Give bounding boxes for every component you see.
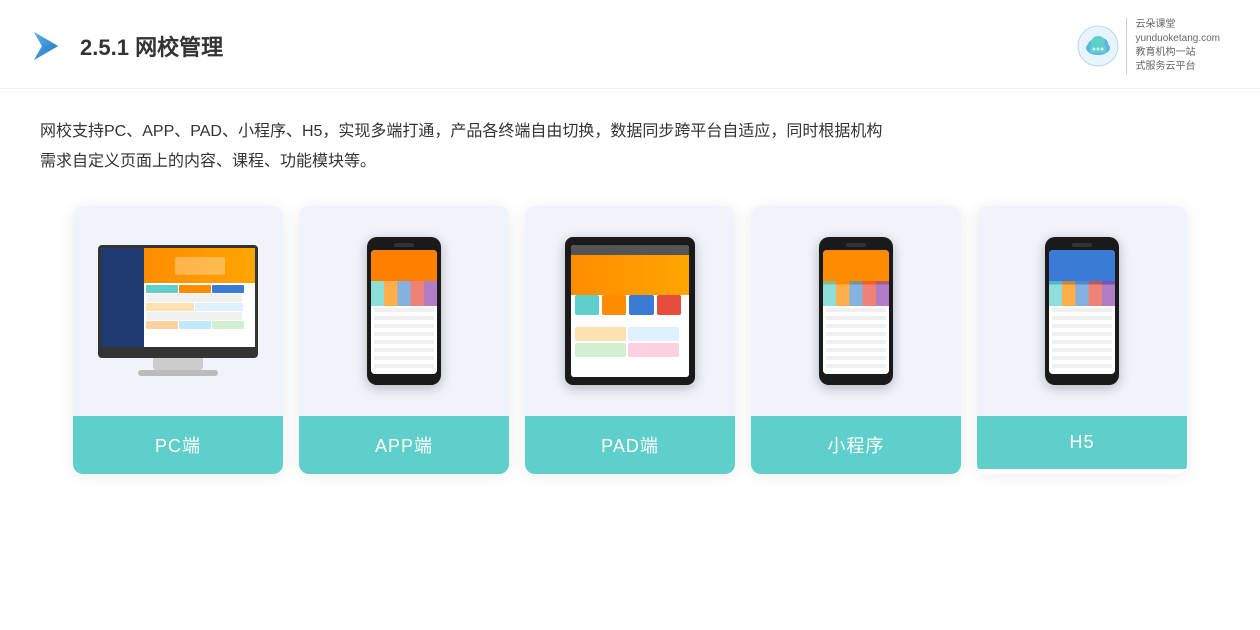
card-app-label: APP端 bbox=[299, 416, 509, 474]
miniapp-screen-content bbox=[823, 250, 889, 374]
monitor-stand bbox=[153, 358, 203, 370]
pc-main-top bbox=[144, 248, 255, 283]
miniapp-phone-screen bbox=[823, 250, 889, 374]
card-h5: H5 bbox=[977, 206, 1187, 474]
miniapp-phone-mockup bbox=[819, 237, 893, 385]
pc-main bbox=[144, 248, 255, 347]
brand-tagline2: 式服务云平台 bbox=[1135, 60, 1220, 74]
monitor-mockup bbox=[98, 245, 258, 376]
card-app: APP端 bbox=[299, 206, 509, 474]
card-pc: PC端 bbox=[73, 206, 283, 474]
page-container: 2.5.1 网校管理 bbox=[0, 0, 1260, 630]
card-pad-image bbox=[525, 206, 735, 416]
h5-phone-mockup bbox=[1045, 237, 1119, 385]
card-app-image bbox=[299, 206, 509, 416]
card-miniapp: 小程序 bbox=[751, 206, 961, 474]
card-miniapp-label: 小程序 bbox=[751, 416, 961, 474]
cards-section: PC端 APP端 bbox=[0, 196, 1260, 504]
app-screen-content bbox=[371, 250, 437, 374]
app-phone-screen bbox=[371, 250, 437, 374]
pc-screen-content bbox=[101, 248, 255, 347]
header-left: 2.5.1 网校管理 bbox=[30, 28, 223, 64]
brand-tagline1: 教育机构一站 bbox=[1135, 46, 1220, 60]
h5-screen-content bbox=[1049, 250, 1115, 374]
monitor-base bbox=[138, 370, 218, 376]
monitor-screen bbox=[98, 245, 258, 350]
logo-arrow-icon bbox=[30, 28, 66, 64]
brand-name: 云朵课堂 bbox=[1135, 18, 1220, 32]
card-miniapp-image bbox=[751, 206, 961, 416]
pc-main-bottom bbox=[144, 283, 255, 332]
card-h5-label: H5 bbox=[977, 416, 1187, 469]
pc-sidebar bbox=[101, 248, 144, 347]
card-pc-image bbox=[73, 206, 283, 416]
card-h5-image bbox=[977, 206, 1187, 416]
card-pad: PAD端 bbox=[525, 206, 735, 474]
monitor-chin bbox=[98, 350, 258, 358]
description-section: 网校支持PC、APP、PAD、小程序、H5，实现多端打通，产品各终端自由切换，数… bbox=[0, 89, 1260, 196]
header: 2.5.1 网校管理 bbox=[0, 0, 1260, 89]
description-text: 网校支持PC、APP、PAD、小程序、H5，实现多端打通，产品各终端自由切换，数… bbox=[40, 117, 1220, 178]
brand-logo: 云朵课堂 yunduoketang.com 教育机构一站 式服务云平台 bbox=[1076, 18, 1220, 74]
h5-phone-screen bbox=[1049, 250, 1115, 374]
pad-screen bbox=[571, 245, 689, 377]
header-title: 2.5.1 网校管理 bbox=[80, 30, 223, 62]
pad-mockup bbox=[565, 237, 695, 385]
card-pad-label: PAD端 bbox=[525, 416, 735, 474]
card-pc-label: PC端 bbox=[73, 416, 283, 474]
cloud-logo-icon bbox=[1076, 24, 1120, 68]
app-phone-mockup bbox=[367, 237, 441, 385]
brand-text: 云朵课堂 yunduoketang.com 教育机构一站 式服务云平台 bbox=[1126, 18, 1220, 74]
brand-url: yunduoketang.com bbox=[1135, 32, 1220, 46]
header-right: 云朵课堂 yunduoketang.com 教育机构一站 式服务云平台 bbox=[1076, 18, 1220, 74]
